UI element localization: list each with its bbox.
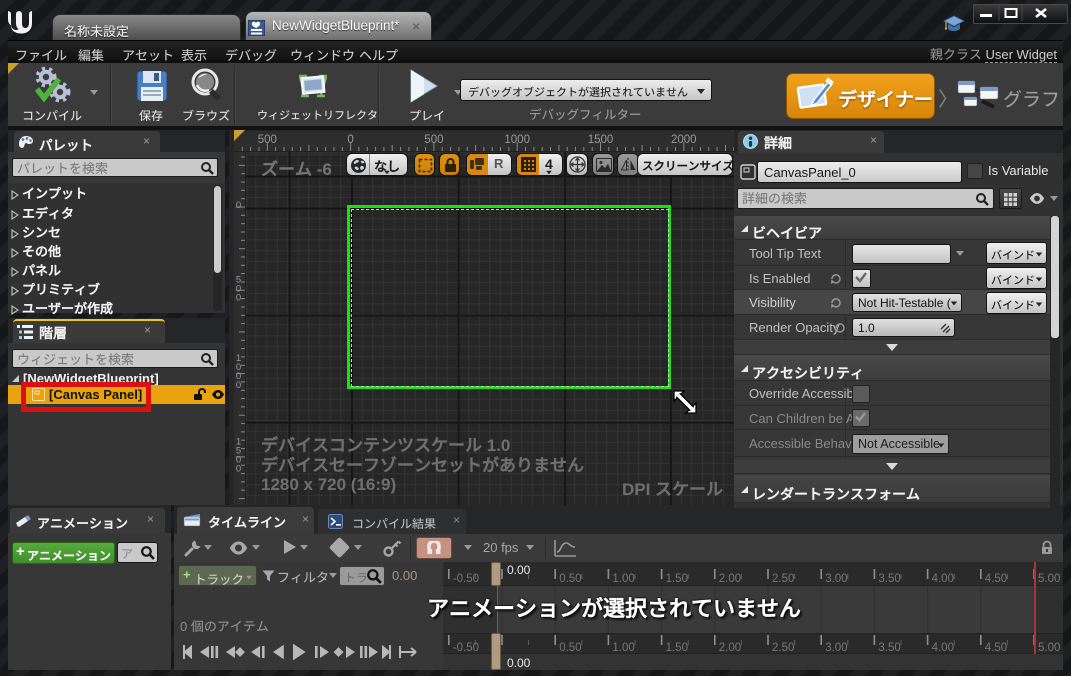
svg-text:0.50: 0.50 [559, 573, 581, 585]
svg-text:1.50: 1.50 [666, 573, 688, 585]
svg-text:2.50: 2.50 [772, 573, 794, 585]
svg-text:3.00: 3.00 [825, 642, 847, 654]
svg-text:0.50: 0.50 [559, 642, 581, 654]
svg-text:500: 500 [424, 134, 443, 146]
svg-text:3.50: 3.50 [878, 573, 900, 585]
svg-text:4.00: 4.00 [932, 642, 954, 654]
svg-text:2.50: 2.50 [772, 642, 794, 654]
svg-text:4.50: 4.50 [985, 573, 1007, 585]
svg-text:3.00: 3.00 [825, 573, 847, 585]
svg-text:3.50: 3.50 [878, 642, 900, 654]
svg-text:0: 0 [236, 463, 241, 474]
svg-text:0: 0 [236, 200, 241, 211]
svg-text:4.50: 4.50 [985, 642, 1007, 654]
svg-text:1.00: 1.00 [612, 642, 634, 654]
svg-text:1500: 1500 [588, 134, 614, 146]
svg-text:0: 0 [236, 292, 241, 303]
svg-text:0: 0 [236, 380, 241, 391]
svg-text:500: 500 [258, 134, 277, 146]
svg-text:1.00: 1.00 [612, 573, 634, 585]
svg-text:4.00: 4.00 [932, 573, 954, 585]
svg-text:2000: 2000 [671, 134, 697, 146]
svg-text:5.00: 5.00 [1038, 642, 1060, 654]
svg-text:1.50: 1.50 [666, 642, 688, 654]
svg-text:2.00: 2.00 [719, 573, 741, 585]
svg-text:0: 0 [347, 134, 353, 146]
svg-text:1000: 1000 [504, 134, 530, 146]
svg-text:2.00: 2.00 [719, 642, 741, 654]
svg-text:5.00: 5.00 [1038, 573, 1060, 585]
